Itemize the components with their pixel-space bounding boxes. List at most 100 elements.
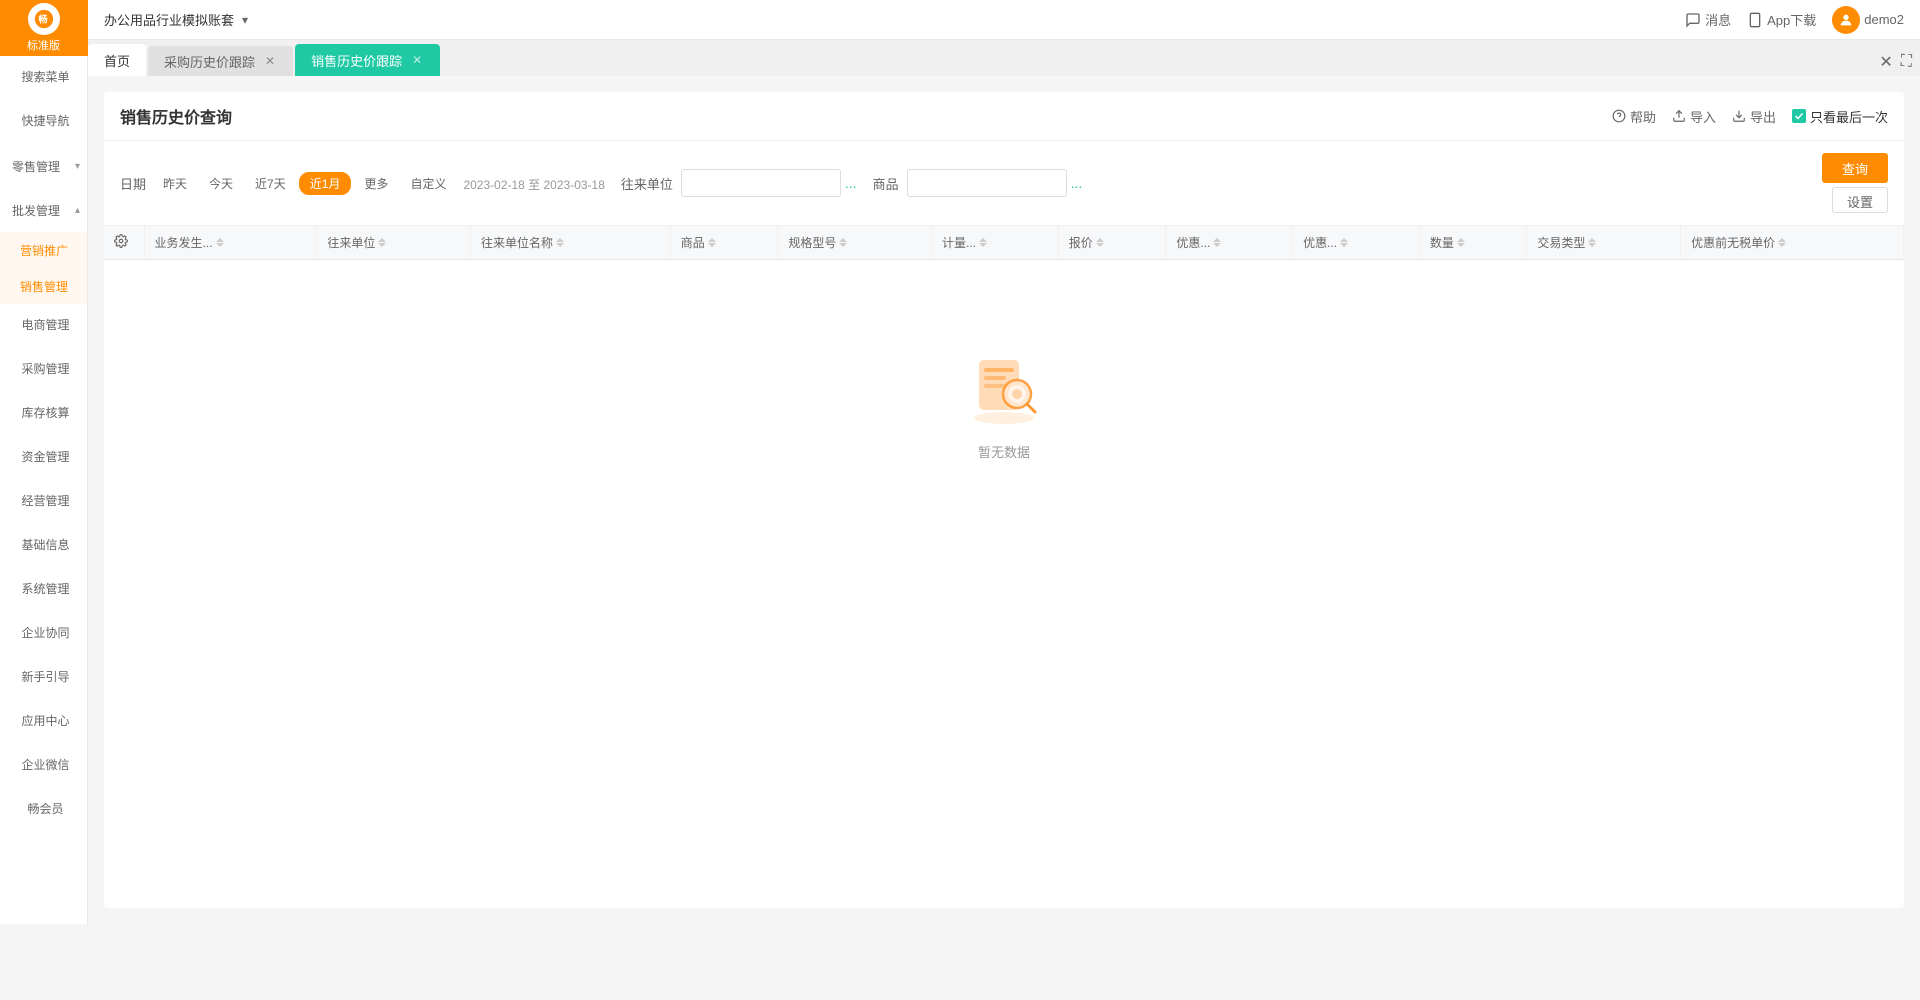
th-biz-date-label: 业务发生... (155, 234, 213, 251)
sidebar-item-basic[interactable]: 基础信息 (0, 524, 87, 568)
date-btn-yesterday[interactable]: 昨天 (154, 172, 196, 195)
partner-input[interactable] (681, 169, 841, 197)
export-label: 导出 (1750, 107, 1776, 126)
sidebar-item-label: 新手引导 (21, 670, 69, 686)
sidebar-item-label: 基础信息 (21, 538, 69, 554)
th-goods[interactable]: 商品 (670, 226, 778, 260)
main-content: 销售历史价查询 帮助 导入 (88, 76, 1920, 924)
tab-sales-close[interactable]: ✕ (410, 51, 424, 69)
th-goods-label: 商品 (681, 234, 705, 251)
only-last-checkbox[interactable]: 只看最后一次 (1792, 107, 1888, 126)
topbar: 办公用品行业模拟账套 ▾ 消息 App下载 demo2 (88, 0, 1920, 40)
sidebar-item-ecommerce[interactable]: 电商管理 (0, 304, 87, 348)
sidebar-item-label: 经营管理 (21, 494, 69, 510)
sidebar-item-marketing[interactable]: 营销推广 (0, 232, 87, 268)
logo-text: 标准版 (27, 37, 60, 53)
date-btn-more[interactable]: 更多 (355, 172, 397, 195)
tab-home[interactable]: 首页 (88, 44, 146, 76)
date-btn-1month[interactable]: 近1月 (299, 172, 352, 195)
sort-icon (1340, 238, 1348, 247)
sort-icon (708, 238, 716, 247)
page-actions: 帮助 导入 导出 (1612, 107, 1888, 126)
sidebar-item-wechat[interactable]: 企业微信 (0, 744, 87, 788)
settings-button[interactable]: 设置 (1832, 187, 1888, 213)
th-partner-code-label: 往来单位 (327, 234, 375, 251)
query-button[interactable]: 查询 (1822, 153, 1888, 183)
sidebar-item-newbie[interactable]: 新手引导 (0, 656, 87, 700)
partner-input-group: ... (681, 169, 857, 197)
sidebar-item-appstore[interactable]: 应用中心 (0, 700, 87, 744)
tab-purchase-label: 采购历史价跟踪 (164, 52, 255, 71)
partner-dots[interactable]: ... (845, 175, 857, 191)
sidebar-item-finance[interactable]: 资金管理 (0, 436, 87, 480)
th-no-tax-price[interactable]: 优惠前无税单价 (1681, 226, 1904, 260)
sidebar-item-purchase[interactable]: 采购管理 (0, 348, 87, 392)
th-partner-name[interactable]: 往来单位名称 (471, 226, 671, 260)
th-trade-type[interactable]: 交易类型 (1527, 226, 1681, 260)
sidebar-item-label: 批发管理 (12, 202, 60, 219)
svg-text:畅: 畅 (38, 14, 47, 25)
th-discount2[interactable]: 优惠... (1293, 226, 1420, 260)
sidebar-logo[interactable]: 畅 标准版 (0, 0, 88, 56)
tab-purchase[interactable]: 采购历史价跟踪 ✕ (148, 46, 293, 76)
sidebar-item-search[interactable]: 搜索菜单 (0, 56, 87, 100)
th-discount1[interactable]: 优惠... (1166, 226, 1293, 260)
table-container: 业务发生... 往来单位 (104, 226, 1904, 541)
maximize-icon[interactable]: ⛶ (1901, 53, 1912, 71)
th-gear[interactable] (104, 226, 144, 260)
chevron-up-icon: ▴ (75, 205, 80, 216)
empty-icon (959, 340, 1049, 430)
goods-input-group: ... (907, 169, 1083, 197)
import-button[interactable]: 导入 (1672, 107, 1716, 126)
sidebar-item-label: 零售管理 (12, 158, 60, 175)
sidebar-item-label: 搜索菜单 (21, 70, 69, 86)
sidebar-item-label: 采购管理 (21, 362, 69, 378)
date-btn-custom[interactable]: 自定义 (401, 172, 455, 195)
sidebar-item-system[interactable]: 系统管理 (0, 568, 87, 612)
th-partner-code[interactable]: 往来单位 (317, 226, 471, 260)
th-unit[interactable]: 计量... (931, 226, 1058, 260)
th-quote[interactable]: 报价 (1058, 226, 1166, 260)
company-title: 办公用品行业模拟账套 (104, 10, 234, 29)
sidebar-item-member[interactable]: 畅会员 (0, 788, 87, 832)
tabbar-right: ✕ ⛶ (1879, 52, 1920, 76)
close-window-icon[interactable]: ✕ (1879, 52, 1892, 72)
date-range-text: 2023-02-18 至 2023-03-18 (463, 176, 604, 193)
th-spec[interactable]: 规格型号 (778, 226, 932, 260)
date-btn-today[interactable]: 今天 (200, 172, 242, 195)
logo-icon: 畅 (28, 3, 60, 35)
sidebar-item-operation[interactable]: 经营管理 (0, 480, 87, 524)
user-profile[interactable]: demo2 (1832, 6, 1904, 34)
sidebar-item-enterprise[interactable]: 企业协同 (0, 612, 87, 656)
sort-icon (1213, 238, 1221, 247)
sidebar-item-label: 库存核算 (21, 406, 69, 422)
th-unit-label: 计量... (942, 234, 976, 251)
only-last-label: 只看最后一次 (1810, 107, 1888, 126)
sort-icon (1457, 238, 1465, 247)
date-btn-7days[interactable]: 近7天 (246, 172, 295, 195)
sidebar-item-retail[interactable]: 零售管理 ▾ (0, 144, 87, 188)
tab-purchase-close[interactable]: ✕ (263, 52, 277, 70)
message-button[interactable]: 消息 (1685, 10, 1731, 29)
help-button[interactable]: 帮助 (1612, 107, 1656, 126)
goods-input[interactable] (907, 169, 1067, 197)
th-discount2-label: 优惠... (1303, 234, 1337, 251)
th-biz-date[interactable]: 业务发生... (144, 226, 317, 260)
export-button[interactable]: 导出 (1732, 107, 1776, 126)
tab-sales-label: 销售历史价跟踪 (311, 51, 402, 70)
date-buttons: 昨天 今天 近7天 近1月 更多 自定义 (154, 172, 455, 195)
sidebar-item-wholesale[interactable]: 批发管理 ▴ (0, 188, 87, 232)
th-qty[interactable]: 数量 (1419, 226, 1527, 260)
tabbar: 首页 采购历史价跟踪 ✕ 销售历史价跟踪 ✕ ✕ ⛶ (88, 40, 1920, 76)
sidebar-item-inventory[interactable]: 库存核算 (0, 392, 87, 436)
dropdown-icon[interactable]: ▾ (242, 13, 248, 27)
sidebar: 畅 标准版 搜索菜单 快捷导航 零售管理 ▾ 批发管理 ▴ 营销推广 销售管理 … (0, 0, 88, 924)
goods-dots[interactable]: ... (1071, 175, 1083, 191)
partner-label: 往来单位 (621, 174, 673, 193)
app-download-button[interactable]: App下载 (1747, 10, 1816, 29)
sidebar-item-sales-mgmt[interactable]: 销售管理 (0, 268, 87, 304)
sort-icon (556, 238, 564, 247)
page-title: 销售历史价查询 (120, 104, 232, 128)
sidebar-item-quick[interactable]: 快捷导航 (0, 100, 87, 144)
tab-sales[interactable]: 销售历史价跟踪 ✕ (295, 44, 440, 76)
